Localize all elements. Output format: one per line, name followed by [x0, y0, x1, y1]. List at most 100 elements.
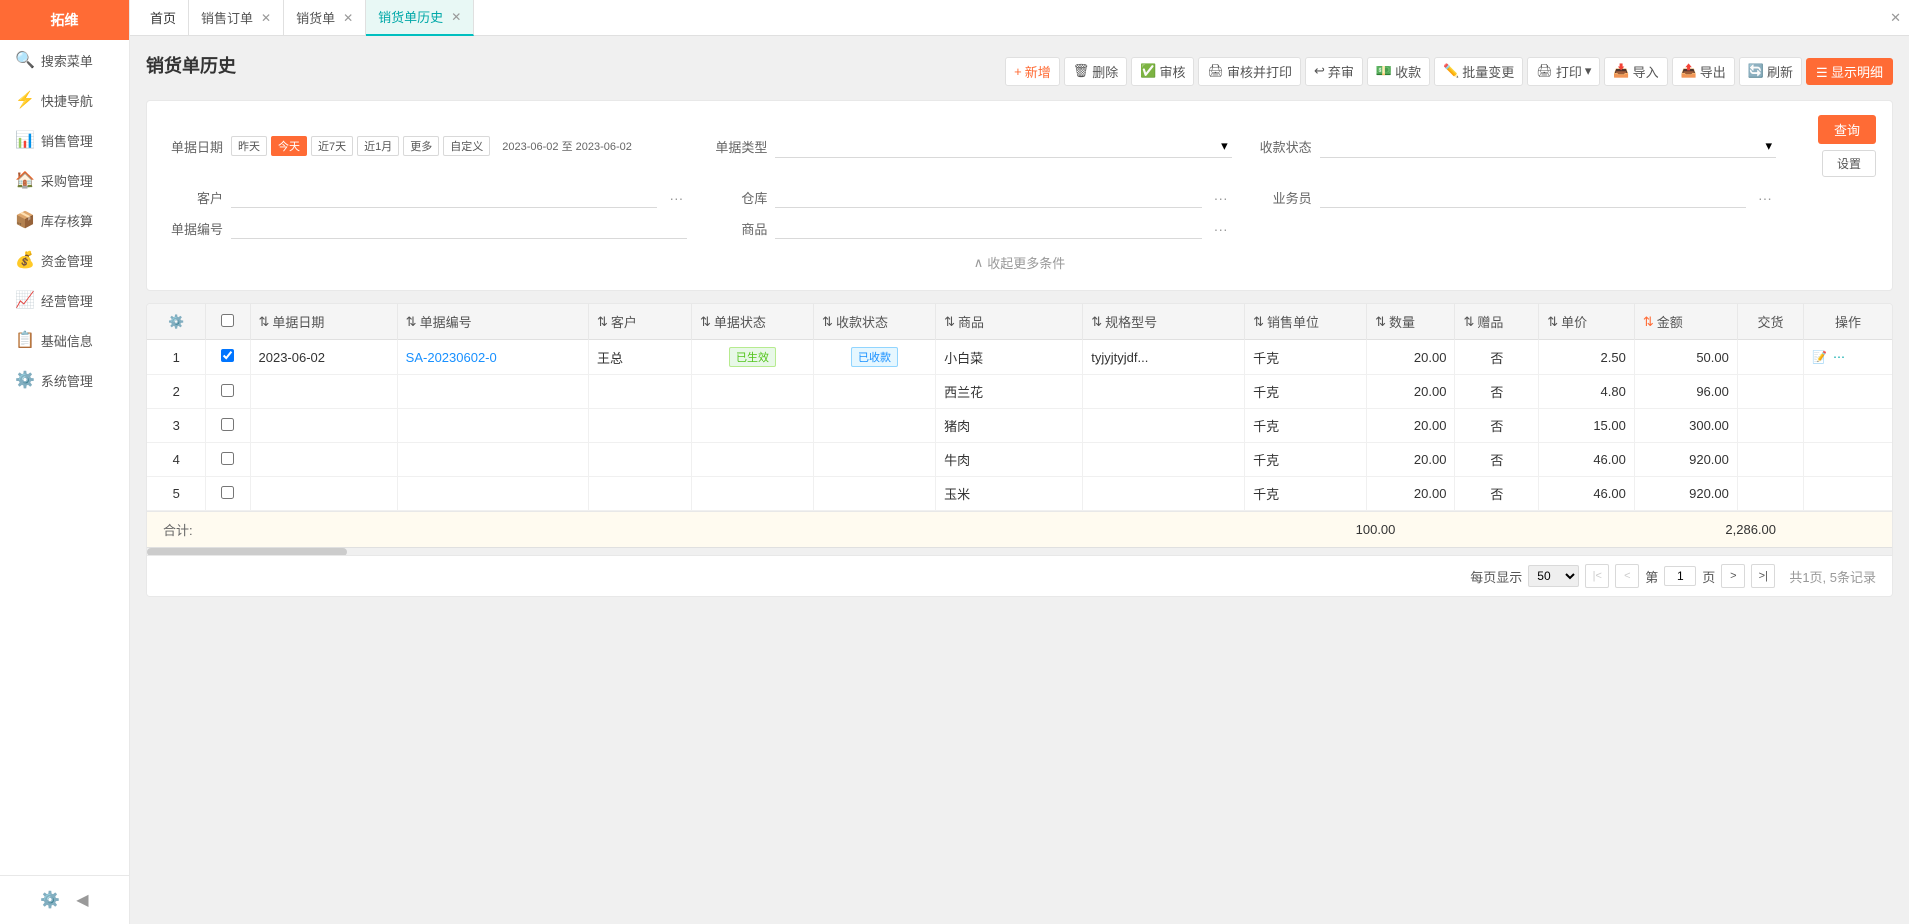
- delete-button[interactable]: 🗑 删除: [1064, 57, 1128, 86]
- order-no-link[interactable]: SA-20230602-0: [406, 350, 497, 365]
- tab-bar-close-all[interactable]: ✕: [1890, 10, 1901, 26]
- th-unit[interactable]: ⇅ 销售单位: [1245, 304, 1367, 340]
- sidebar-item-basic-info[interactable]: 📋 基础信息: [0, 320, 129, 360]
- th-gift[interactable]: ⇅ 赠品: [1455, 304, 1539, 340]
- row-checkbox[interactable]: [221, 349, 234, 362]
- row-checkbox[interactable]: [221, 418, 234, 431]
- tab-delivery-history-close[interactable]: ✕: [451, 10, 461, 24]
- warehouse-ellipsis-btn[interactable]: ···: [1210, 190, 1232, 206]
- sidebar-item-sales-mgmt[interactable]: 📊 销售管理: [0, 120, 129, 160]
- th-checkbox[interactable]: [206, 304, 250, 340]
- cell-date: [250, 375, 397, 409]
- chevron-up-icon: ∧: [974, 255, 984, 271]
- date-btn-more[interactable]: 更多: [403, 136, 439, 156]
- batch-change-button[interactable]: ✏️ 批量变更: [1434, 57, 1523, 86]
- review-print-button[interactable]: 🖨 审核并打印: [1198, 57, 1301, 86]
- tab-delivery-close[interactable]: ✕: [343, 11, 353, 25]
- next-page-btn[interactable]: >: [1721, 564, 1745, 588]
- sidebar-item-quick-nav[interactable]: ⚡ 快捷导航: [0, 80, 129, 120]
- th-amount[interactable]: ⇅ 金额: [1634, 304, 1737, 340]
- sidebar-settings-icon[interactable]: ⚙️: [40, 890, 60, 910]
- th-product[interactable]: ⇅ 商品: [936, 304, 1083, 340]
- row-checkbox[interactable]: [221, 486, 234, 499]
- review-button[interactable]: ✅ 审核: [1131, 57, 1194, 86]
- prev-page-btn[interactable]: <: [1615, 564, 1639, 588]
- tab-sales-order[interactable]: 销售订单 ✕: [189, 0, 284, 36]
- th-date[interactable]: ⇅ 单据日期: [250, 304, 397, 340]
- sidebar-item-finance[interactable]: 💰 资金管理: [0, 240, 129, 280]
- cell-checkbox[interactable]: [206, 375, 250, 409]
- import-button[interactable]: 📥 导入: [1604, 57, 1667, 86]
- date-btn-1month[interactable]: 近1月: [357, 136, 399, 156]
- per-page-select[interactable]: 50 20 100: [1528, 565, 1579, 587]
- th-qty[interactable]: ⇅ 数量: [1367, 304, 1455, 340]
- sidebar-item-purchase-mgmt[interactable]: 🏠 采购管理: [0, 160, 129, 200]
- th-settings[interactable]: ⚙️: [147, 304, 206, 340]
- th-pay-status[interactable]: ⇅ 收款状态: [814, 304, 936, 340]
- tab-home[interactable]: 首页: [138, 0, 189, 36]
- cell-checkbox[interactable]: [206, 443, 250, 477]
- cell-checkbox[interactable]: [206, 340, 250, 375]
- cell-unit: 千克: [1245, 340, 1367, 375]
- sidebar-collapse-icon[interactable]: ◀: [76, 890, 88, 910]
- page-number-input[interactable]: [1664, 566, 1696, 586]
- quick-nav-icon: ⚡: [15, 90, 35, 110]
- filter-warehouse-input[interactable]: [775, 187, 1201, 208]
- filter-doc-no-input[interactable]: [231, 218, 687, 239]
- filter-doc-type-select[interactable]: ▾: [775, 135, 1231, 158]
- collect-button[interactable]: 💵 收款: [1367, 57, 1430, 86]
- filter-settings-button[interactable]: 设置: [1822, 150, 1876, 177]
- cell-checkbox[interactable]: [206, 409, 250, 443]
- display-detail-button[interactable]: ☰ 显示明细: [1806, 58, 1893, 85]
- edit-btn[interactable]: 📝: [1812, 350, 1827, 364]
- review-print-icon: 🖨: [1207, 63, 1224, 79]
- sidebar-item-inventory[interactable]: 📦 库存核算: [0, 200, 129, 240]
- sidebar-item-search-menu[interactable]: 🔍 搜索菜单: [0, 40, 129, 80]
- date-btn-yesterday[interactable]: 昨天: [231, 136, 267, 156]
- query-button[interactable]: 查询: [1818, 115, 1876, 144]
- tab-delivery[interactable]: 销货单 ✕: [284, 0, 366, 36]
- cell-checkbox[interactable]: [206, 477, 250, 511]
- th-trade[interactable]: 交货: [1737, 304, 1803, 340]
- customer-ellipsis-btn[interactable]: ···: [665, 190, 687, 206]
- tab-sales-order-close[interactable]: ✕: [261, 11, 271, 25]
- product-ellipsis-btn[interactable]: ···: [1210, 221, 1232, 237]
- th-customer[interactable]: ⇅ 客户: [588, 304, 691, 340]
- tab-delivery-history[interactable]: 销货单历史 ✕: [366, 0, 474, 36]
- th-spec[interactable]: ⇅ 规格型号: [1083, 304, 1245, 340]
- th-price[interactable]: ⇅ 单价: [1539, 304, 1635, 340]
- filter-pay-status-select[interactable]: ▾: [1320, 135, 1776, 158]
- date-btn-custom[interactable]: 自定义: [443, 136, 490, 156]
- th-status[interactable]: ⇅ 单据状态: [692, 304, 814, 340]
- row-checkbox[interactable]: [221, 452, 234, 465]
- cell-spec: [1083, 375, 1245, 409]
- main-content: 首页 销售订单 ✕ 销货单 ✕ 销货单历史 ✕ ✕ 销货单历史 + 新增: [130, 0, 1909, 924]
- collect-icon: 💵: [1376, 63, 1392, 79]
- date-btn-today[interactable]: 今天: [271, 136, 307, 156]
- last-page-btn[interactable]: >|: [1751, 564, 1775, 588]
- filter-salesperson-input[interactable]: [1320, 187, 1746, 208]
- footer-total-amount: 2,286.00: [1725, 522, 1776, 537]
- refresh-button[interactable]: 🔄 刷新: [1739, 57, 1802, 86]
- add-button[interactable]: + 新增: [1005, 57, 1060, 86]
- horizontal-scrollbar[interactable]: [147, 547, 1892, 555]
- first-page-btn[interactable]: |<: [1585, 564, 1609, 588]
- more-btn[interactable]: ⋯: [1833, 350, 1845, 364]
- filter-collapse-btn[interactable]: ∧ 收起更多条件: [163, 249, 1876, 276]
- cell-amount: 50.00: [1634, 340, 1737, 375]
- filter-customer-input[interactable]: [231, 187, 657, 208]
- th-order-no[interactable]: ⇅ 单据编号: [397, 304, 588, 340]
- print-button[interactable]: 🖨 打印 ▾: [1527, 57, 1600, 86]
- salesperson-ellipsis-btn[interactable]: ···: [1754, 190, 1776, 206]
- table-header-row: ⚙️ ⇅ 单据日期 ⇅: [147, 304, 1892, 340]
- row-checkbox[interactable]: [221, 384, 234, 397]
- filter-product-input[interactable]: [775, 218, 1201, 239]
- abandon-button[interactable]: ↩ 弃审: [1305, 57, 1363, 86]
- select-all-checkbox[interactable]: [221, 314, 234, 327]
- export-button[interactable]: 📤 导出: [1672, 57, 1735, 86]
- date-btn-7days[interactable]: 近7天: [311, 136, 353, 156]
- sidebar-item-system-mgmt[interactable]: ⚙️ 系统管理: [0, 360, 129, 400]
- sidebar-item-operation[interactable]: 📈 经营管理: [0, 280, 129, 320]
- cell-price: 46.00: [1539, 443, 1635, 477]
- cell-amount: 920.00: [1634, 477, 1737, 511]
